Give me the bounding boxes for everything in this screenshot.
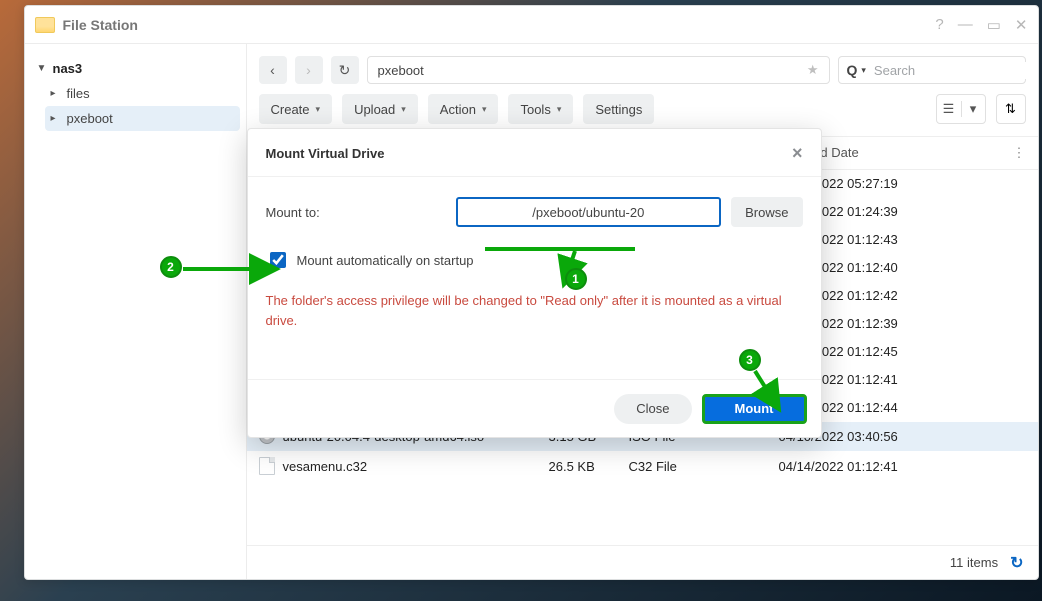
settings-button[interactable]: Settings <box>583 94 654 124</box>
sort-button[interactable]: ⇅ <box>996 94 1026 124</box>
status-bar: 11 items ↻ <box>247 545 1038 579</box>
view-mode-group[interactable]: ☰ ▾ <box>936 94 986 124</box>
create-button[interactable]: Create▾ <box>259 94 333 124</box>
path-input[interactable]: pxeboot ★ <box>367 56 830 84</box>
search-icon: Q <box>847 62 858 78</box>
maximize-icon[interactable]: ▭ <box>987 16 1001 34</box>
tree-item-label: files <box>65 86 90 101</box>
list-view-icon[interactable]: ☰ <box>937 101 961 117</box>
nav-row: ‹ › ↻ pxeboot ★ Q ▾ <box>247 44 1038 90</box>
reload-icon[interactable]: ↻ <box>1010 553 1023 573</box>
item-count: 11 items <box>950 555 998 570</box>
back-button[interactable]: ‹ <box>259 56 287 84</box>
minimize-icon[interactable]: — <box>958 16 973 34</box>
tree-item-files[interactable]: ▸ files <box>45 81 240 106</box>
view-dropdown-icon[interactable]: ▾ <box>961 101 985 117</box>
close-button[interactable]: Close <box>614 394 691 424</box>
sidebar: ▼ nas3 ▸ files ▸ pxeboot <box>25 44 247 579</box>
file-size: 26.5 KB <box>549 459 629 474</box>
path-text: pxeboot <box>378 63 424 78</box>
app-title: File Station <box>63 17 936 33</box>
file-date: 04/14/2022 01:12:41 <box>779 459 1026 474</box>
caret-down-icon: ▾ <box>861 65 866 76</box>
modal-title: Mount Virtual Drive <box>266 146 385 161</box>
column-menu-icon[interactable]: ⋮ <box>1012 145 1026 161</box>
upload-button[interactable]: Upload▾ <box>342 94 418 124</box>
modal-close-icon[interactable]: × <box>792 143 803 164</box>
forward-button[interactable]: › <box>295 56 323 84</box>
favorite-icon[interactable]: ★ <box>807 62 819 78</box>
search-input[interactable] <box>872 62 1038 79</box>
file-type: C32 File <box>629 459 779 474</box>
auto-mount-checkbox[interactable] <box>270 252 286 268</box>
mount-to-label: Mount to: <box>266 205 446 220</box>
tree-item-label: pxeboot <box>65 111 113 126</box>
title-bar: File Station ? — ▭ ✕ <box>25 6 1038 44</box>
mount-to-input[interactable] <box>456 197 722 227</box>
caret-right-icon: ▸ <box>51 113 63 124</box>
tree-root-label: nas3 <box>51 61 83 76</box>
search-box[interactable]: Q ▾ <box>838 56 1026 84</box>
mount-button[interactable]: Mount <box>702 394 807 424</box>
help-icon[interactable]: ? <box>935 16 943 34</box>
action-button[interactable]: Action▾ <box>428 94 499 124</box>
file-station-window: File Station ? — ▭ ✕ ▼ nas3 ▸ files ▸ px… <box>24 5 1039 580</box>
caret-down-icon: ▼ <box>37 63 49 74</box>
table-row[interactable]: vesamenu.c32 26.5 KBC32 File04/14/2022 01… <box>247 451 1038 482</box>
caret-right-icon: ▸ <box>51 88 63 99</box>
mount-virtual-drive-dialog: Mount Virtual Drive × Mount to: Browse M… <box>247 128 822 438</box>
tree-item-pxeboot[interactable]: ▸ pxeboot <box>45 106 240 131</box>
file-icon <box>259 457 275 475</box>
close-window-icon[interactable]: ✕ <box>1015 16 1028 34</box>
file-name: vesamenu.c32 <box>283 459 368 474</box>
auto-mount-label: Mount automatically on startup <box>297 253 474 268</box>
app-icon <box>35 17 55 33</box>
warning-text: The folder's access privilege will be ch… <box>266 291 803 330</box>
browse-button[interactable]: Browse <box>731 197 802 227</box>
reload-button[interactable]: ↻ <box>331 56 359 84</box>
tools-button[interactable]: Tools▾ <box>508 94 573 124</box>
tree-root[interactable]: ▼ nas3 <box>31 56 240 81</box>
